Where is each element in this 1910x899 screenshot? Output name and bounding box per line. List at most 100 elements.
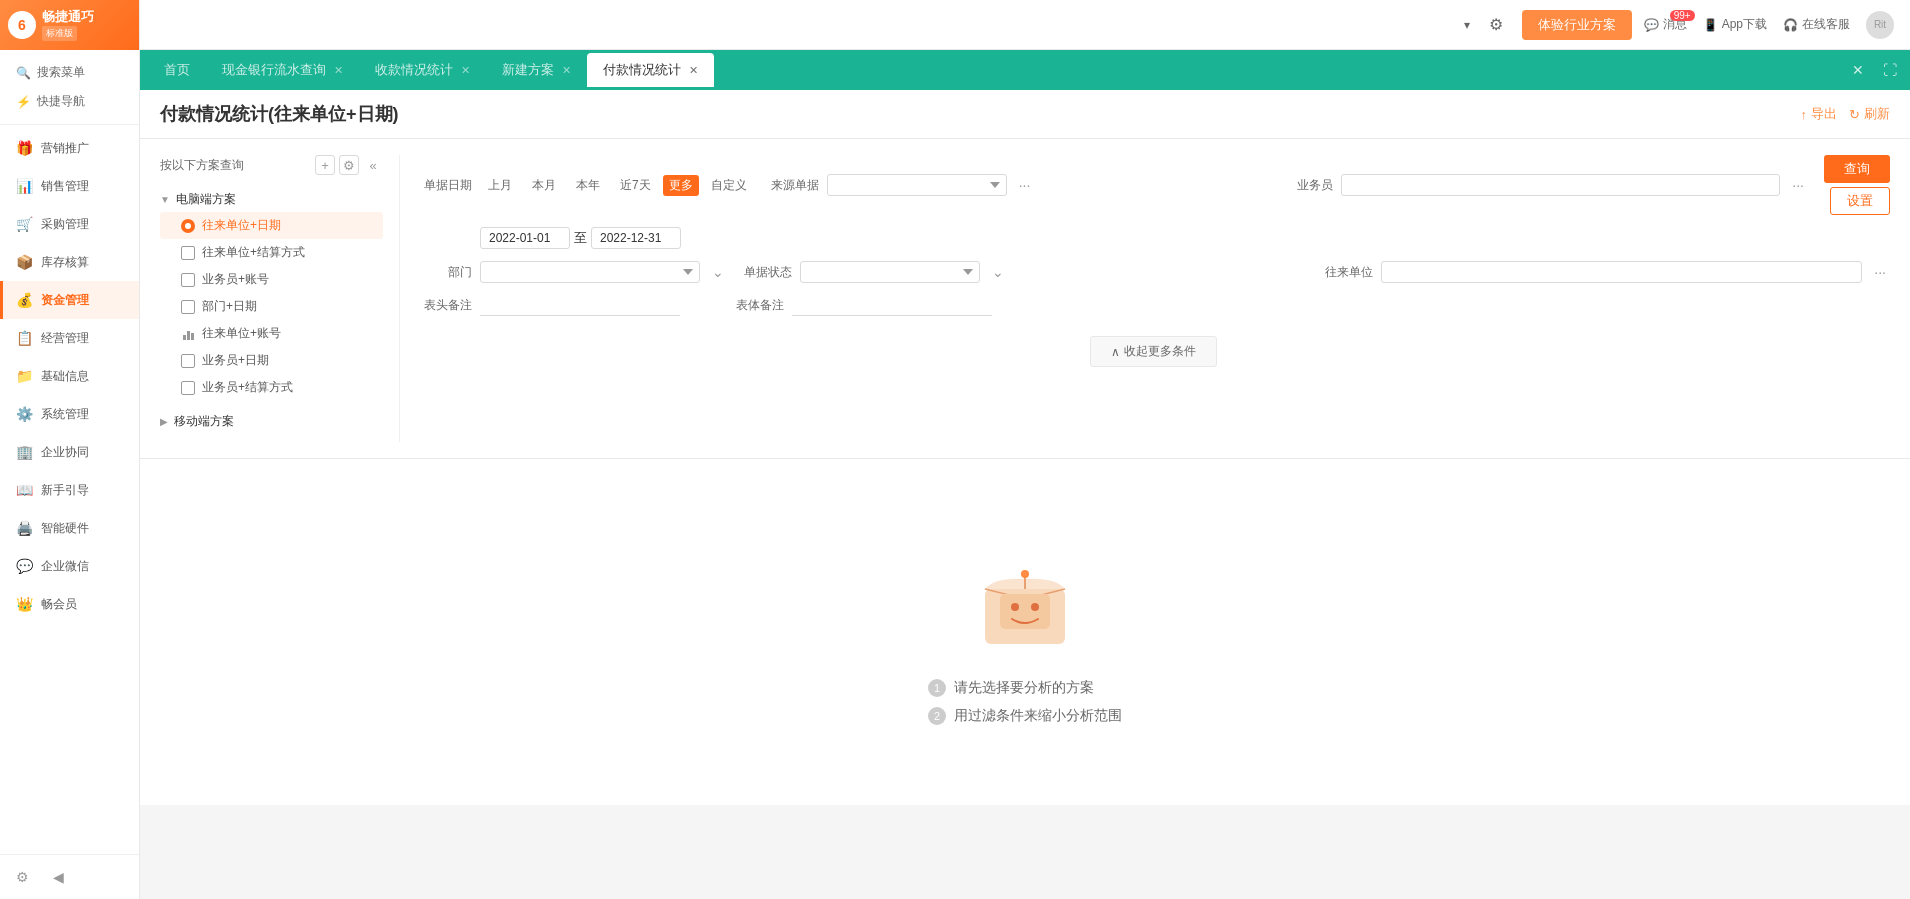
scheme-item-partner-settle[interactable]: 往来单位+结算方式	[160, 239, 383, 266]
service-icon: 🎧	[1783, 18, 1798, 32]
date-btn-custom[interactable]: 自定义	[703, 175, 755, 196]
sidebar-item-system[interactable]: ⚙️ 系统管理	[0, 395, 139, 433]
sidebar-item-hardware[interactable]: 🖨️ 智能硬件	[0, 509, 139, 547]
sidebar-item-operation[interactable]: 📋 经营管理	[0, 319, 139, 357]
sidebar-item-label: 企业微信	[41, 558, 89, 575]
footer-collapse-icon[interactable]: ◀	[44, 863, 72, 891]
filter-row-1: 单据日期 上月 本月 本年 近7天 更多 自定义 来源单据	[416, 155, 1890, 215]
top-bar: ▾ ⚙ 体验行业方案 💬 消息 99+ 📱 App下载 🎧 在线客服 Rit	[140, 0, 1910, 50]
tab-pay-stats[interactable]: 付款情况统计 ✕	[587, 53, 714, 87]
sidebar-item-guide[interactable]: 📖 新手引导	[0, 471, 139, 509]
messages-button[interactable]: 💬 消息 99+	[1644, 16, 1687, 33]
online-service-button[interactable]: 🎧 在线客服	[1783, 16, 1850, 33]
staff-input[interactable]	[1341, 174, 1780, 196]
tab-receive-close[interactable]: ✕	[461, 64, 470, 77]
tab-receive[interactable]: 收款情况统计 ✕	[359, 53, 486, 87]
partner-label: 往来单位	[1325, 264, 1373, 281]
tab-pay-stats-close[interactable]: ✕	[689, 64, 698, 77]
search-menu-item[interactable]: 🔍 搜索菜单	[8, 58, 131, 87]
operation-icon: 📋	[15, 329, 33, 347]
tab-new-scheme[interactable]: 新建方案 ✕	[486, 53, 587, 87]
app-download-button[interactable]: 📱 App下载	[1703, 16, 1767, 33]
logo-text: 畅捷通巧	[42, 9, 94, 25]
pc-scheme-group-header[interactable]: ▼ 电脑端方案	[160, 187, 383, 212]
scheme-item-label: 业务员+结算方式	[202, 379, 293, 396]
source-bill-dots[interactable]: ···	[1015, 177, 1035, 193]
collapse-more-button[interactable]: ∧ 收起更多条件	[1090, 336, 1217, 367]
sidebar-item-capital[interactable]: 💰 资金管理	[0, 281, 139, 319]
search-menu-label: 搜索菜单	[37, 64, 85, 81]
header-note-input[interactable]	[480, 295, 680, 316]
scheme-item-dept-date[interactable]: 部门+日期	[160, 293, 383, 320]
staff-dots[interactable]: ···	[1788, 177, 1808, 193]
bill-status-arrow[interactable]: ⌄	[988, 264, 1008, 280]
scheme-settings-icon[interactable]: ⚙	[339, 155, 359, 175]
basic-icon: 📁	[15, 367, 33, 385]
partner-input[interactable]	[1381, 261, 1862, 283]
tab-pay-stats-label: 付款情况统计	[603, 61, 681, 79]
sidebar-item-member[interactable]: 👑 畅会员	[0, 585, 139, 623]
scheme-item-staff-date[interactable]: 业务员+日期	[160, 347, 383, 374]
source-bill-select[interactable]	[827, 174, 1007, 196]
scheme-panel: 按以下方案查询 + ⚙ « ▼ 电脑端方案	[160, 155, 400, 442]
sidebar-item-enterprise[interactable]: 🏢 企业协同	[0, 433, 139, 471]
sidebar-item-label: 新手引导	[41, 482, 89, 499]
tab-fullscreen-icon[interactable]: ⛶	[1878, 58, 1902, 82]
date-btn-7days[interactable]: 近7天	[612, 175, 659, 196]
sidebar-item-basic[interactable]: 📁 基础信息	[0, 357, 139, 395]
page-header-actions: ↑ 导出 ↻ 刷新	[1801, 105, 1891, 123]
query-button[interactable]: 查询	[1824, 155, 1890, 183]
date-btn-this-month[interactable]: 本月	[524, 175, 564, 196]
bill-status-select[interactable]	[800, 261, 980, 283]
date-start-input[interactable]: 2022-01-01	[480, 227, 570, 249]
tab-close-all-icon[interactable]: ✕	[1846, 58, 1870, 82]
marketing-icon: 🎁	[15, 139, 33, 157]
top-bar-dropdown[interactable]: ▾	[1464, 18, 1470, 32]
sidebar-item-purchase[interactable]: 🛒 采购管理	[0, 205, 139, 243]
export-button[interactable]: ↑ 导出	[1801, 105, 1838, 123]
scheme-collapse-icon[interactable]: «	[363, 155, 383, 175]
scheme-active-icon	[180, 218, 196, 234]
tab-home[interactable]: 首页	[148, 53, 206, 87]
scheme-item-staff-settle[interactable]: 业务员+结算方式	[160, 374, 383, 401]
settings-button[interactable]: 设置	[1830, 187, 1890, 215]
tab-cashflow-close[interactable]: ✕	[334, 64, 343, 77]
tab-new-scheme-label: 新建方案	[502, 61, 554, 79]
dept-select[interactable]	[480, 261, 700, 283]
user-avatar[interactable]: Rit	[1866, 11, 1894, 39]
dept-select-arrow[interactable]: ⌄	[708, 264, 728, 280]
empty-tip-1: 1 请先选择要分析的方案	[928, 679, 1122, 697]
sidebar-item-label: 智能硬件	[41, 520, 89, 537]
top-bar-settings-icon[interactable]: ⚙	[1482, 11, 1510, 39]
message-badge: 99+	[1670, 10, 1695, 21]
pc-scheme-group: ▼ 电脑端方案 往来单位+日期	[160, 187, 383, 401]
collapse-btn-row: ∧ 收起更多条件	[416, 328, 1890, 375]
tab-cashflow[interactable]: 现金银行流水查询 ✕	[206, 53, 359, 87]
footer-settings-icon[interactable]: ⚙	[8, 863, 36, 891]
sidebar-item-sales[interactable]: 📊 销售管理	[0, 167, 139, 205]
mobile-scheme-group-header[interactable]: ▶ 移动端方案	[160, 409, 383, 434]
sidebar-item-inventory[interactable]: 📦 库存核算	[0, 243, 139, 281]
sidebar-item-marketing[interactable]: 🎁 营销推广	[0, 129, 139, 167]
tab-new-scheme-close[interactable]: ✕	[562, 64, 571, 77]
date-btn-last-month[interactable]: 上月	[480, 175, 520, 196]
date-filter-item: 单据日期 上月 本月 本年 近7天 更多 自定义	[416, 175, 755, 196]
scheme-add-icon[interactable]: +	[315, 155, 335, 175]
scheme-item-partner-account[interactable]: 往来单位+账号	[160, 320, 383, 347]
sidebar-item-wechat[interactable]: 💬 企业微信	[0, 547, 139, 585]
empty-tip-2: 2 用过滤条件来缩小分析范围	[928, 707, 1122, 725]
quick-nav-item[interactable]: ⚡ 快捷导航	[8, 87, 131, 116]
refresh-button[interactable]: ↻ 刷新	[1849, 105, 1890, 123]
trial-button[interactable]: 体验行业方案	[1522, 10, 1632, 40]
body-note-input[interactable]	[792, 295, 992, 316]
scheme-item-staff-account[interactable]: 业务员+账号	[160, 266, 383, 293]
date-btn-more[interactable]: 更多	[663, 175, 699, 196]
date-end-input[interactable]: 2022-12-31	[591, 227, 681, 249]
filter-row-2: 部门 ⌄ 单据状态 ⌄	[416, 261, 1890, 283]
collapse-chevron-icon: ∧	[1111, 345, 1120, 359]
partner-dots[interactable]: ···	[1870, 264, 1890, 280]
date-label: 单据日期	[416, 177, 472, 194]
date-range-group: 2022-01-01 至 2022-12-31	[480, 227, 681, 249]
date-btn-this-year[interactable]: 本年	[568, 175, 608, 196]
scheme-item-partner-date[interactable]: 往来单位+日期	[160, 212, 383, 239]
